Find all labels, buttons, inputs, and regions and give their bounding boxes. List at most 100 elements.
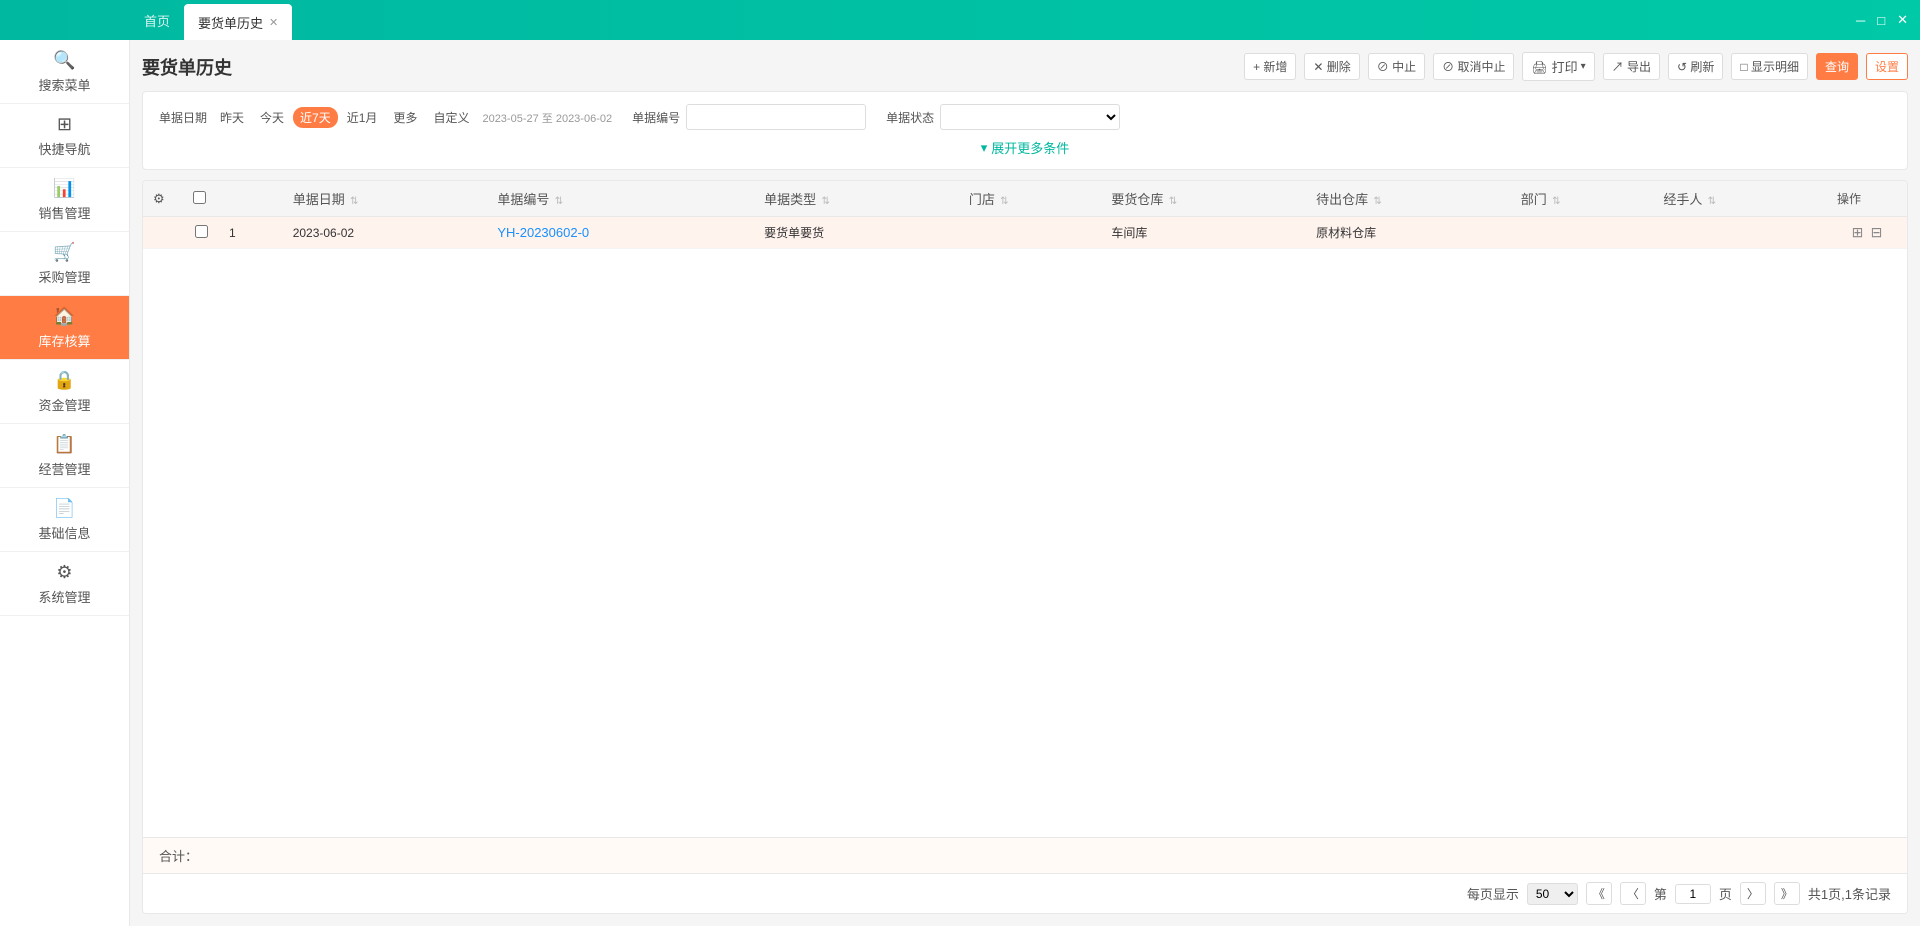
table-container: 单据日期 ⇅ 单据编号 ⇅ 单据类型 ⇅ xyxy=(142,180,1908,914)
top-bar: 首页 要货单历史 ✕ ─ □ ✕ xyxy=(0,0,1920,40)
page-title: 要货单历史 xyxy=(142,54,232,80)
date-quick-btns: 昨天 今天 近7天 近1月 更多 自定义 xyxy=(213,107,476,128)
date-btn-last7days[interactable]: 近7天 xyxy=(293,107,338,128)
tab-close-icon[interactable]: ✕ xyxy=(269,16,278,29)
add-button[interactable]: + 新增 xyxy=(1244,53,1296,80)
date-btn-custom[interactable]: 自定义 xyxy=(426,107,476,128)
table-body: 1 2023-06-02 YH-20230602-0 要货单要货 车间库 原材料… xyxy=(143,217,1907,249)
system-icon: ⚙ xyxy=(56,562,72,583)
filter-row: 单据日期 昨天 今天 近7天 近1月 更多 自定义 2023-05-27 至 2… xyxy=(159,104,1891,130)
operation-icon: 📋 xyxy=(53,434,75,455)
window-controls: ─ □ ✕ xyxy=(1856,12,1920,28)
sort-date-icon[interactable]: ⇅ xyxy=(350,196,358,207)
th-handler: 经手人 ⇅ xyxy=(1653,181,1827,217)
inventory-icon: 🏠 xyxy=(53,306,75,327)
basic-icon: 📄 xyxy=(53,498,75,519)
date-btn-today[interactable]: 今天 xyxy=(253,107,291,128)
date-filter-group: 单据日期 昨天 今天 近7天 近1月 更多 自定义 2023-05-27 至 2… xyxy=(159,107,612,128)
column-settings-icon[interactable] xyxy=(153,191,165,206)
sort-department-icon[interactable]: ⇅ xyxy=(1552,196,1560,207)
purchase-icon: 🛒 xyxy=(53,242,75,263)
sort-handler-icon[interactable]: ⇅ xyxy=(1708,196,1716,207)
next-page-btn[interactable]: 〉 xyxy=(1740,882,1766,905)
status-filter-group: 单据状态 xyxy=(886,104,1120,130)
date-btn-last1month[interactable]: 近1月 xyxy=(340,107,385,128)
export-button[interactable]: ↗ 导出 xyxy=(1603,53,1660,80)
cancel-stop-button[interactable]: ⊘ 取消中止 xyxy=(1433,53,1514,80)
last-page-btn[interactable]: 》 xyxy=(1774,882,1800,905)
th-date: 单据日期 ⇅ xyxy=(283,181,488,217)
th-pending-warehouse: 待出仓库 ⇅ xyxy=(1306,181,1511,217)
sidebar-item-inventory[interactable]: 🏠 库存核算 xyxy=(0,296,129,360)
page-size-select[interactable]: 50 10 20 100 xyxy=(1527,883,1578,905)
toolbar: + 新增 ✕ 删除 ⊘ 中止 ⊘ 取消中止 🖨 打印 ▾ ↗ 导出 ↺ 刷新 □… xyxy=(1244,52,1908,81)
order-no-input[interactable] xyxy=(686,104,866,130)
td-department xyxy=(1511,217,1654,249)
nav-icon: ⊞ xyxy=(57,114,72,135)
show-detail-button[interactable]: □ 显示明细 xyxy=(1731,53,1808,80)
stop-button[interactable]: ⊘ 中止 xyxy=(1368,53,1425,80)
first-page-btn[interactable]: 《 xyxy=(1586,882,1612,905)
settings-button[interactable]: 设置 xyxy=(1866,53,1908,80)
sidebar-item-sales[interactable]: 📊 销售管理 xyxy=(0,168,129,232)
td-checkbox xyxy=(183,217,219,249)
table-row: 1 2023-06-02 YH-20230602-0 要货单要货 车间库 原材料… xyxy=(143,217,1907,249)
close-icon[interactable]: ✕ xyxy=(1897,12,1908,28)
query-button[interactable]: 查询 xyxy=(1816,53,1858,80)
table-header: 单据日期 ⇅ 单据编号 ⇅ 单据类型 ⇅ xyxy=(143,181,1907,217)
tab-order-history[interactable]: 要货单历史 ✕ xyxy=(184,4,292,40)
row-checkbox[interactable] xyxy=(195,225,208,238)
data-table: 单据日期 ⇅ 单据编号 ⇅ 单据类型 ⇅ xyxy=(143,181,1907,249)
row-delete-icon[interactable]: ⊟ xyxy=(1871,224,1883,240)
prev-page-btn[interactable]: 〈 xyxy=(1620,882,1646,905)
th-req-warehouse: 要货仓库 ⇅ xyxy=(1101,181,1306,217)
print-button[interactable]: 🖨 打印 ▾ xyxy=(1522,52,1594,81)
td-handler xyxy=(1653,217,1827,249)
sort-req-warehouse-icon[interactable]: ⇅ xyxy=(1169,196,1177,207)
maximize-icon[interactable]: □ xyxy=(1877,13,1885,28)
th-action: 操作 xyxy=(1827,181,1907,217)
page-input-prefix: 第 xyxy=(1654,884,1667,903)
main-layout: 🔍 搜索菜单 ⊞ 快捷导航 📊 销售管理 🛒 采购管理 🏠 库存核算 🔒 资金管… xyxy=(0,40,1920,926)
td-pending-warehouse: 原材料仓库 xyxy=(1306,217,1511,249)
refresh-button[interactable]: ↺ 刷新 xyxy=(1668,53,1723,80)
tab-home[interactable]: 首页 xyxy=(130,0,184,40)
th-store: 门店 ⇅ xyxy=(959,181,1102,217)
order-no-label: 单据编号 xyxy=(632,109,680,126)
date-range-display: 2023-05-27 至 2023-06-02 xyxy=(482,110,612,126)
td-action: ⊞ ⊟ xyxy=(1827,217,1907,249)
sidebar-item-purchase[interactable]: 🛒 采购管理 xyxy=(0,232,129,296)
td-settings xyxy=(143,217,183,249)
total-info: 共1页,1条记录 xyxy=(1808,884,1891,903)
th-order-no: 单据编号 ⇅ xyxy=(487,181,754,217)
sort-pending-warehouse-icon[interactable]: ⇅ xyxy=(1373,196,1381,207)
td-index: 1 xyxy=(219,217,283,249)
row-edit-icon[interactable]: ⊞ xyxy=(1852,224,1864,240)
td-req-warehouse: 车间库 xyxy=(1101,217,1306,249)
status-select[interactable] xyxy=(940,104,1120,130)
sort-order-type-icon[interactable]: ⇅ xyxy=(822,196,830,207)
sidebar-item-operation[interactable]: 📋 经营管理 xyxy=(0,424,129,488)
delete-button[interactable]: ✕ 删除 xyxy=(1304,53,1359,80)
finance-icon: 🔒 xyxy=(53,370,75,391)
expand-more-btn[interactable]: ▾ 展开更多条件 xyxy=(159,138,1891,157)
sidebar-item-quick-nav[interactable]: ⊞ 快捷导航 xyxy=(0,104,129,168)
sort-order-no-icon[interactable]: ⇅ xyxy=(555,196,563,207)
date-btn-more[interactable]: 更多 xyxy=(386,107,424,128)
pagination-bar: 每页显示 50 10 20 100 《 〈 第 页 〉 》 共1页,1条记录 xyxy=(143,873,1907,913)
sort-store-icon[interactable]: ⇅ xyxy=(1000,196,1008,207)
sidebar-item-search[interactable]: 🔍 搜索菜单 xyxy=(0,40,129,104)
td-order-no[interactable]: YH-20230602-0 xyxy=(487,217,754,249)
sidebar-item-system[interactable]: ⚙ 系统管理 xyxy=(0,552,129,616)
expand-icon: ▾ xyxy=(981,140,988,156)
select-all-checkbox[interactable] xyxy=(193,191,206,204)
filter-bar: 单据日期 昨天 今天 近7天 近1月 更多 自定义 2023-05-27 至 2… xyxy=(142,91,1908,170)
order-no-link[interactable]: YH-20230602-0 xyxy=(497,225,589,240)
minimize-icon[interactable]: ─ xyxy=(1856,13,1865,28)
content-area: 要货单历史 + 新增 ✕ 删除 ⊘ 中止 ⊘ 取消中止 🖨 打印 ▾ ↗ 导出 … xyxy=(130,40,1920,926)
sidebar-item-finance[interactable]: 🔒 资金管理 xyxy=(0,360,129,424)
sidebar-item-basic[interactable]: 📄 基础信息 xyxy=(0,488,129,552)
date-filter-label: 单据日期 xyxy=(159,109,207,126)
page-input[interactable] xyxy=(1675,884,1711,904)
date-btn-yesterday[interactable]: 昨天 xyxy=(213,107,251,128)
